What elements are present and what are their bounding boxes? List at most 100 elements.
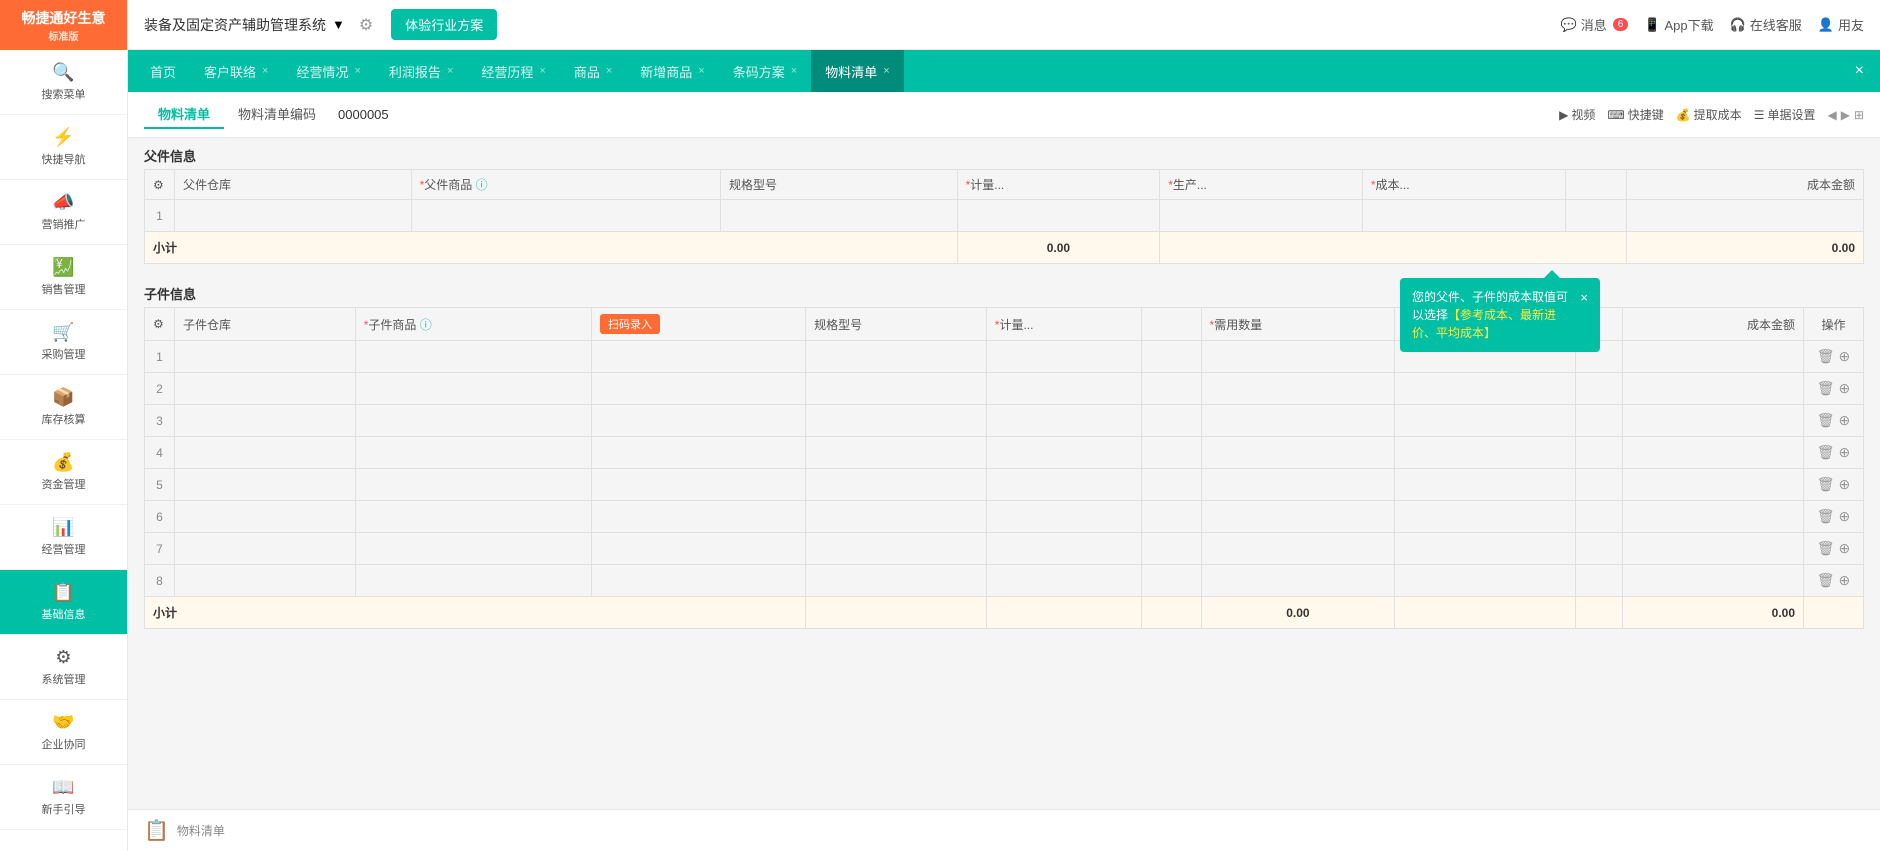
copy-icon[interactable]: ⊕ xyxy=(1839,508,1851,525)
child-row-unit[interactable] xyxy=(986,437,1141,469)
tab-close-icon[interactable]: × xyxy=(262,65,268,77)
parent-row-spec[interactable] xyxy=(721,200,958,232)
child-row-scan-cell[interactable] xyxy=(592,373,806,405)
settings-icon[interactable]: ⚙ xyxy=(359,15,373,35)
parent-row-amount[interactable] xyxy=(1627,200,1864,232)
delete-icon[interactable]: 🗑 xyxy=(1817,380,1835,397)
copy-icon[interactable]: ⊕ xyxy=(1839,412,1851,429)
sub-tab-bill-list[interactable]: 物料清单 xyxy=(144,100,224,129)
child-th-scan[interactable]: 扫码录入 xyxy=(592,308,806,341)
child-row-amount[interactable] xyxy=(1623,469,1804,501)
child-row-spec[interactable] xyxy=(806,533,987,565)
child-row-unit-price[interactable] xyxy=(1395,565,1576,597)
sidebar-item-搜索菜单[interactable]: 🔍搜索菜单 xyxy=(0,50,127,115)
sidebar-item-经营管理[interactable]: 📊经营管理 xyxy=(0,505,127,570)
nav-prev-icon[interactable]: ◀ xyxy=(1827,108,1836,122)
child-row-scan-cell[interactable] xyxy=(592,565,806,597)
child-row-unit[interactable] xyxy=(986,341,1141,373)
child-row-amount[interactable] xyxy=(1623,565,1804,597)
sidebar-item-基础信息[interactable]: 📋基础信息 xyxy=(0,570,127,635)
child-row-warehouse[interactable] xyxy=(175,533,356,565)
trial-button[interactable]: 体验行业方案 xyxy=(391,9,497,40)
child-th-settings[interactable]: ⚙ xyxy=(145,308,175,341)
copy-icon[interactable]: ⊕ xyxy=(1839,540,1851,557)
grid-view-icon[interactable]: ⊞ xyxy=(1854,108,1864,122)
child-row-unit[interactable] xyxy=(986,373,1141,405)
tab-close-icon[interactable]: × xyxy=(354,65,360,77)
delete-icon[interactable]: 🗑 xyxy=(1817,476,1835,493)
user-menu[interactable]: 👤 用友 xyxy=(1818,15,1864,34)
child-row-scan-cell[interactable] xyxy=(592,437,806,469)
parent-row-produce[interactable] xyxy=(1160,200,1363,232)
child-row-spec[interactable] xyxy=(806,341,987,373)
nav-tab-经营情况[interactable]: 经营情况× xyxy=(282,50,374,92)
parent-th-settings[interactable]: ⚙ xyxy=(145,170,175,200)
child-row-qty[interactable] xyxy=(1201,405,1395,437)
sidebar-item-新手引导[interactable]: 📖新手引导 xyxy=(0,765,127,830)
message-button[interactable]: 💬 消息 6 xyxy=(1561,15,1629,34)
child-row-warehouse[interactable] xyxy=(175,437,356,469)
child-row-amount[interactable] xyxy=(1623,437,1804,469)
child-row-warehouse[interactable] xyxy=(175,565,356,597)
child-row-unit-price[interactable] xyxy=(1395,405,1576,437)
child-row-qty[interactable] xyxy=(1201,565,1395,597)
child-row-warehouse[interactable] xyxy=(175,405,356,437)
child-row-amount[interactable] xyxy=(1623,341,1804,373)
parent-row-product[interactable] xyxy=(411,200,720,232)
system-title-dropdown-icon[interactable]: ▼ xyxy=(332,17,345,32)
delete-icon[interactable]: 🗑 xyxy=(1817,412,1835,429)
sidebar-item-销售管理[interactable]: 💹销售管理 xyxy=(0,245,127,310)
child-row-scan-cell[interactable] xyxy=(592,533,806,565)
child-row-spec[interactable] xyxy=(806,501,987,533)
child-row-unit-price[interactable] xyxy=(1395,469,1576,501)
delete-icon[interactable]: 🗑 xyxy=(1817,348,1835,365)
child-row-qty[interactable] xyxy=(1201,533,1395,565)
child-row-unit[interactable] xyxy=(986,533,1141,565)
child-row-unit[interactable] xyxy=(986,501,1141,533)
child-row-amount[interactable] xyxy=(1623,373,1804,405)
delete-icon[interactable]: 🗑 xyxy=(1817,444,1835,461)
child-row-qty[interactable] xyxy=(1201,469,1395,501)
child-row-qty[interactable] xyxy=(1201,437,1395,469)
child-row-unit-price[interactable] xyxy=(1395,501,1576,533)
child-row-qty[interactable] xyxy=(1201,341,1395,373)
child-row-product[interactable] xyxy=(355,565,591,597)
page-scroll[interactable]: 父件信息 ⚙ 父件仓库 *父件商品 ⓘ 规格型号 *计量... *生产... *… xyxy=(128,138,1880,809)
child-row-warehouse[interactable] xyxy=(175,341,356,373)
nav-tab-条码方案[interactable]: 条码方案× xyxy=(719,50,811,92)
child-row-qty[interactable] xyxy=(1201,373,1395,405)
tooltip-close-button[interactable]: × xyxy=(1580,288,1588,308)
child-row-unit-price[interactable] xyxy=(1395,533,1576,565)
tab-close-icon[interactable]: × xyxy=(883,65,889,77)
shortcut-button[interactable]: ⌨ 快捷键 xyxy=(1607,106,1663,123)
child-row-spec[interactable] xyxy=(806,373,987,405)
child-row-warehouse[interactable] xyxy=(175,373,356,405)
nav-tab-新增商品[interactable]: 新增商品× xyxy=(626,50,718,92)
close-all-tabs-icon[interactable]: × xyxy=(1847,62,1872,80)
sidebar-item-营销推广[interactable]: 📣营销推广 xyxy=(0,180,127,245)
child-row-spec[interactable] xyxy=(806,469,987,501)
parent-row-warehouse[interactable] xyxy=(175,200,412,232)
bill-settings-button[interactable]: ☰ 单据设置 xyxy=(1754,106,1816,123)
video-button[interactable]: ▶ 视频 xyxy=(1559,106,1595,123)
nav-tab-首页[interactable]: 首页 xyxy=(136,50,190,92)
nav-tab-客户联络[interactable]: 客户联络× xyxy=(190,50,282,92)
nav-tab-商品[interactable]: 商品× xyxy=(560,50,626,92)
child-row-product[interactable] xyxy=(355,533,591,565)
copy-icon[interactable]: ⊕ xyxy=(1839,572,1851,589)
parent-row-cost[interactable] xyxy=(1362,200,1565,232)
child-row-product[interactable] xyxy=(355,437,591,469)
tab-close-icon[interactable]: × xyxy=(698,65,704,77)
copy-icon[interactable]: ⊕ xyxy=(1839,380,1851,397)
nav-next-icon[interactable]: ▶ xyxy=(1841,108,1850,122)
tab-close-icon[interactable]: × xyxy=(447,65,453,77)
tab-close-icon[interactable]: × xyxy=(791,65,797,77)
child-row-unit[interactable] xyxy=(986,405,1141,437)
child-row-qty[interactable] xyxy=(1201,501,1395,533)
child-row-spec[interactable] xyxy=(806,565,987,597)
copy-icon[interactable]: ⊕ xyxy=(1839,476,1851,493)
nav-tab-利润报告[interactable]: 利润报告× xyxy=(375,50,467,92)
child-row-product[interactable] xyxy=(355,469,591,501)
child-row-product[interactable] xyxy=(355,501,591,533)
child-row-unit[interactable] xyxy=(986,565,1141,597)
